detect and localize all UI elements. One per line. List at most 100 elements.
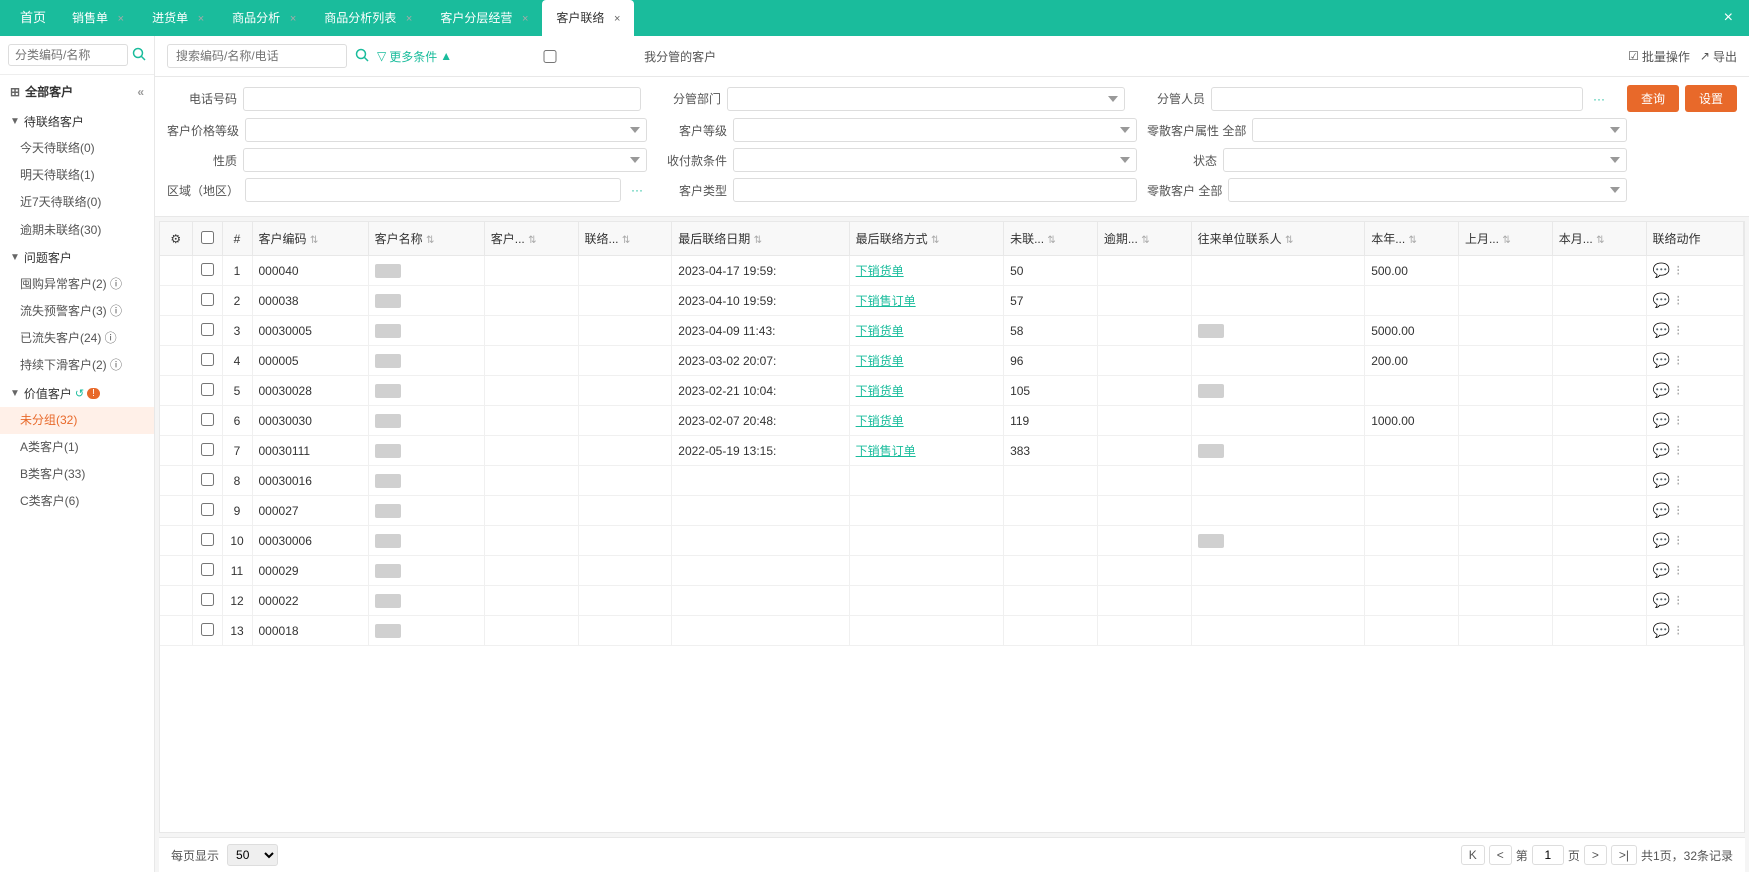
row-select-0[interactable]: [201, 263, 214, 276]
status-select[interactable]: [1223, 148, 1627, 172]
row-select-2[interactable]: [201, 323, 214, 336]
chat-icon-0[interactable]: 💬: [1653, 262, 1670, 279]
sidebar-collapse-icon[interactable]: «: [137, 85, 144, 99]
chat-icon-7[interactable]: 💬: [1653, 472, 1670, 489]
dept-select[interactable]: [727, 87, 1125, 111]
row-select-1[interactable]: [201, 293, 214, 306]
tab-purchase[interactable]: 进货单 ×: [138, 0, 218, 36]
row-select-11[interactable]: [201, 593, 214, 606]
last-contact-date-th[interactable]: 最后联络日期 ⇅: [672, 222, 849, 256]
overdue-th[interactable]: 逾期... ⇅: [1097, 222, 1191, 256]
type-th[interactable]: 客户... ⇅: [484, 222, 578, 256]
sidebar-group-problem[interactable]: ▼ 问题客户: [0, 244, 154, 271]
this-month-th[interactable]: 本月... ⇅: [1552, 222, 1646, 256]
chat-icon-11[interactable]: 💬: [1653, 592, 1670, 609]
next-page-button[interactable]: >: [1584, 845, 1607, 865]
tab-analysis[interactable]: 商品分析 ×: [218, 0, 310, 36]
row-select-9[interactable]: [201, 533, 214, 546]
prev-page-button[interactable]: <: [1489, 845, 1512, 865]
close-sales-tab[interactable]: ×: [118, 13, 124, 25]
grid-action-icon-6[interactable]: ⁝: [1676, 442, 1680, 459]
page-number-input[interactable]: [1532, 845, 1564, 865]
chat-icon-6[interactable]: 💬: [1653, 442, 1670, 459]
chat-icon-4[interactable]: 💬: [1653, 382, 1670, 399]
name-th[interactable]: 客户名称 ⇅: [368, 222, 484, 256]
chat-icon-10[interactable]: 💬: [1653, 562, 1670, 579]
sidebar-item-7days[interactable]: 近7天待联络(0): [0, 189, 154, 216]
close-purchase-tab[interactable]: ×: [198, 13, 204, 25]
grid-action-icon-1[interactable]: ⁝: [1676, 292, 1680, 309]
tab-sales[interactable]: 销售单 ×: [58, 0, 138, 36]
row-select-8[interactable]: [201, 503, 214, 516]
search-input[interactable]: [167, 44, 347, 68]
row-select-6[interactable]: [201, 443, 214, 456]
tab-home[interactable]: 首页: [8, 0, 58, 36]
chat-icon-3[interactable]: 💬: [1653, 352, 1670, 369]
cust-type-input[interactable]: [733, 178, 1137, 202]
grid-action-icon-2[interactable]: ⁝: [1676, 322, 1680, 339]
more-conditions-button[interactable]: ▽ 更多条件 ▲: [377, 48, 452, 65]
region-input[interactable]: [245, 178, 621, 202]
scatter-attr-select[interactable]: [1252, 118, 1627, 142]
contact-th[interactable]: 联络... ⇅: [578, 222, 672, 256]
grid-action-icon-7[interactable]: ⁝: [1676, 472, 1680, 489]
my-customers-checkbox[interactable]: [460, 50, 640, 63]
chat-icon-9[interactable]: 💬: [1653, 532, 1670, 549]
last-month-th[interactable]: 上月... ⇅: [1458, 222, 1552, 256]
export-button[interactable]: ↗ 导出: [1700, 48, 1737, 65]
tab-customer-contact[interactable]: 客户联络 ×: [542, 0, 634, 36]
row-select-3[interactable]: [201, 353, 214, 366]
close-analysis-tab[interactable]: ×: [290, 13, 296, 25]
sidebar-item-tomorrow[interactable]: 明天待联络(1): [0, 162, 154, 189]
sidebar-all-customers[interactable]: ⊞ 全部客户 «: [0, 75, 154, 108]
grid-action-icon-10[interactable]: ⁝: [1676, 562, 1680, 579]
sidebar-item-churned[interactable]: 已流失客户(24) ⓘ: [0, 325, 154, 352]
select-all-checkbox[interactable]: [201, 231, 214, 244]
sidebar-group-value[interactable]: ▼ 价值客户 ↺ !: [0, 380, 154, 407]
sidebar-group-pending[interactable]: ▼ 待联络客户: [0, 108, 154, 135]
close-contact-tab[interactable]: ×: [614, 13, 620, 25]
close-analysis-list-tab[interactable]: ×: [406, 13, 412, 25]
price-grade-select[interactable]: [245, 118, 647, 142]
settings-th[interactable]: ⚙: [160, 222, 192, 256]
close-all-button[interactable]: ×: [1716, 9, 1741, 27]
person-dots-button[interactable]: ···: [1589, 92, 1609, 106]
query-button[interactable]: 查询: [1627, 85, 1679, 112]
tab-customer-segment[interactable]: 客户分层经营 ×: [426, 0, 542, 36]
nature-select[interactable]: [243, 148, 647, 172]
grid-action-icon-5[interactable]: ⁝: [1676, 412, 1680, 429]
sidebar-search-input[interactable]: [8, 44, 128, 66]
payment-select[interactable]: [733, 148, 1137, 172]
code-th[interactable]: 客户编码 ⇅: [252, 222, 368, 256]
grade-select[interactable]: [733, 118, 1137, 142]
batch-operation-button[interactable]: ☑ 批量操作: [1628, 48, 1690, 65]
row-select-12[interactable]: [201, 623, 214, 636]
sidebar-item-overdue[interactable]: 逾期未联络(30): [0, 217, 154, 244]
grid-action-icon-3[interactable]: ⁝: [1676, 352, 1680, 369]
unit-contact-th[interactable]: 往来单位联系人 ⇅: [1191, 222, 1365, 256]
reset-button[interactable]: 设置: [1685, 85, 1737, 112]
last-contact-way-th[interactable]: 最后联络方式 ⇅: [849, 222, 1003, 256]
grid-action-icon-4[interactable]: ⁝: [1676, 382, 1680, 399]
filter-search-icon[interactable]: [355, 48, 369, 65]
row-select-7[interactable]: [201, 473, 214, 486]
scatter-select[interactable]: [1228, 178, 1627, 202]
page-size-select[interactable]: 50 100 200: [227, 844, 278, 866]
grid-action-icon-8[interactable]: ⁝: [1676, 502, 1680, 519]
phone-input[interactable]: [243, 87, 641, 111]
no-contact-th[interactable]: 未联... ⇅: [1004, 222, 1098, 256]
row-select-10[interactable]: [201, 563, 214, 576]
row-select-4[interactable]: [201, 383, 214, 396]
grid-action-icon-9[interactable]: ⁝: [1676, 532, 1680, 549]
chat-icon-12[interactable]: 💬: [1653, 622, 1670, 639]
chat-icon-8[interactable]: 💬: [1653, 502, 1670, 519]
tab-analysis-list[interactable]: 商品分析列表 ×: [310, 0, 426, 36]
chat-icon-5[interactable]: 💬: [1653, 412, 1670, 429]
grid-action-icon-12[interactable]: ⁝: [1676, 622, 1680, 639]
sidebar-item-class-a[interactable]: A类客户(1): [0, 434, 154, 461]
refresh-icon[interactable]: ↺: [75, 387, 84, 400]
sidebar-item-ungroup[interactable]: 未分组(32): [0, 407, 154, 434]
sidebar-item-declining[interactable]: 持续下滑客户(2) ⓘ: [0, 352, 154, 379]
row-select-5[interactable]: [201, 413, 214, 426]
sidebar-item-class-b[interactable]: B类客户(33): [0, 461, 154, 488]
